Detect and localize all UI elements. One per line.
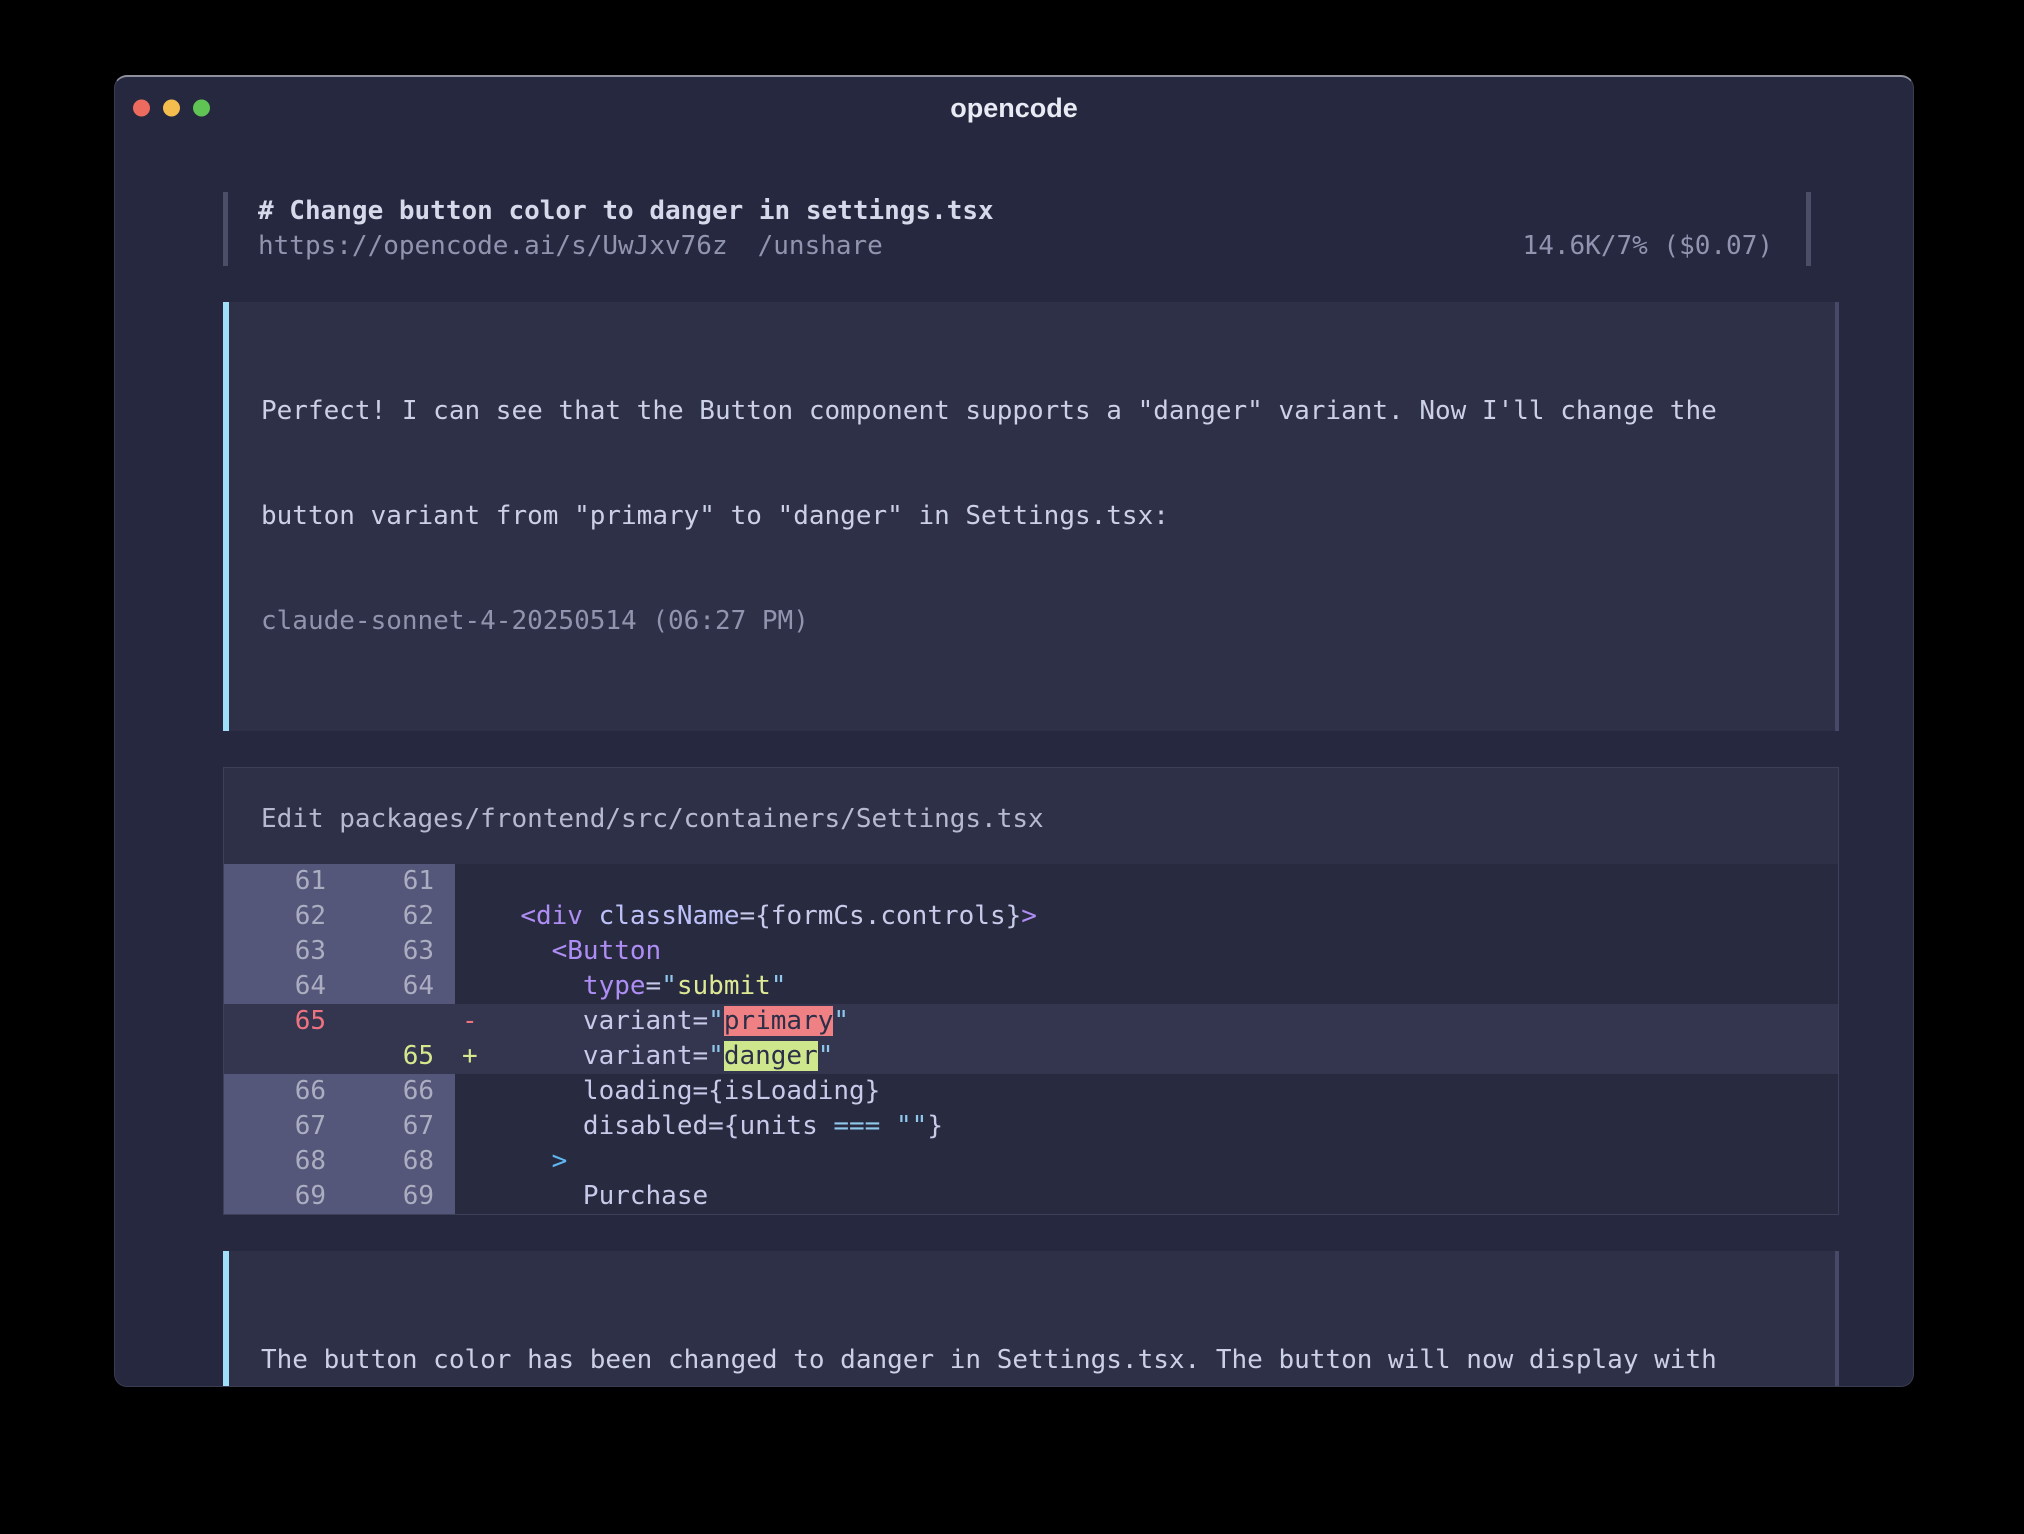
assistant-message: Perfect! I can see that the Button compo… — [223, 302, 1839, 731]
code-text: <div className={formCs.controls}> — [489, 899, 1838, 934]
opencode-window: opencode # Change button color to danger… — [114, 75, 1914, 1387]
diff-sign — [455, 969, 489, 1004]
context-usage-stats: 14.6K/7% ($0.07) — [1523, 229, 1773, 264]
code-text: variant="danger" — [489, 1039, 1838, 1074]
new-line-number — [334, 1004, 455, 1039]
old-line-number: 65 — [224, 1004, 334, 1039]
session-content: # Change button color to danger in setti… — [115, 139, 1913, 1387]
diff-sign — [455, 899, 489, 934]
old-line-number: 62 — [224, 899, 334, 934]
diff-line-added: 65 + variant="danger" — [224, 1039, 1838, 1074]
new-line-number: 64 — [334, 969, 455, 1004]
close-window-icon[interactable] — [133, 100, 150, 117]
window-title: opencode — [950, 93, 1078, 124]
diff-line-context: 6969 Purchase — [224, 1179, 1838, 1214]
code-text: loading={isLoading} — [489, 1074, 1838, 1109]
message-text-line: button variant from "primary" to "danger… — [261, 499, 1835, 534]
code-text: type="submit" — [489, 969, 1838, 1004]
diff-line-removed: 65 - variant="primary" — [224, 1004, 1838, 1039]
session-header: # Change button color to danger in setti… — [223, 192, 1811, 266]
old-line-number: 67 — [224, 1109, 334, 1144]
new-line-number: 69 — [334, 1179, 455, 1214]
old-line-number: 61 — [224, 864, 334, 899]
edit-tool-card: Edit packages/frontend/src/containers/Se… — [223, 767, 1839, 1215]
new-line-number: 68 — [334, 1144, 455, 1179]
diff-sign — [455, 864, 489, 899]
diff-sign — [455, 1074, 489, 1109]
old-line-number: 63 — [224, 934, 334, 969]
edit-tool-title: Edit packages/frontend/src/containers/Se… — [224, 768, 1838, 864]
diff-sign — [455, 1179, 489, 1214]
diff-sign — [455, 1144, 489, 1179]
new-line-number: 65 — [334, 1039, 455, 1074]
code-text: Purchase — [489, 1179, 1838, 1214]
minimize-window-icon[interactable] — [163, 100, 180, 117]
diff-line-context: 6464 type="submit" — [224, 969, 1838, 1004]
old-line-number: 69 — [224, 1179, 334, 1214]
new-line-number: 61 — [334, 864, 455, 899]
code-text: > — [489, 1144, 1838, 1179]
window-titlebar: opencode — [115, 77, 1913, 139]
diff-line-context: 6666 loading={isLoading} — [224, 1074, 1838, 1109]
diff-line-context: 6161 — [224, 864, 1838, 899]
removed-value-highlight: primary — [724, 1006, 834, 1036]
diff-line-context: 6767 disabled={units === ""} — [224, 1109, 1838, 1144]
diff-sign — [455, 934, 489, 969]
new-line-number: 67 — [334, 1109, 455, 1144]
maximize-window-icon[interactable] — [193, 100, 210, 117]
code-text: <Button — [489, 934, 1838, 969]
diff-line-context: 6868 > — [224, 1144, 1838, 1179]
diff-added-sign: + — [455, 1039, 489, 1074]
unshare-command[interactable]: /unshare — [758, 229, 883, 264]
new-line-number: 66 — [334, 1074, 455, 1109]
session-subheader: https://opencode.ai/s/UwJxv76z /unshare … — [258, 229, 1806, 264]
message-text-line: Perfect! I can see that the Button compo… — [261, 394, 1835, 429]
old-line-number — [224, 1039, 334, 1074]
old-line-number: 66 — [224, 1074, 334, 1109]
message-model-meta: claude-sonnet-4-20250514 (06:27 PM) — [261, 604, 1835, 639]
message-text-line: The button color has been changed to dan… — [261, 1343, 1835, 1378]
diff-line-context: 6363 <Button — [224, 934, 1838, 969]
new-line-number: 63 — [334, 934, 455, 969]
diff-sign — [455, 1109, 489, 1144]
code-text — [489, 864, 1838, 899]
share-url-link[interactable]: https://opencode.ai/s/UwJxv76z — [258, 229, 728, 264]
added-value-highlight: danger — [724, 1041, 818, 1071]
assistant-message: The button color has been changed to dan… — [223, 1251, 1839, 1387]
old-line-number: 64 — [224, 969, 334, 1004]
session-title: # Change button color to danger in setti… — [258, 194, 1806, 229]
code-text: disabled={units === ""} — [489, 1109, 1838, 1144]
code-text: variant="primary" — [489, 1004, 1838, 1039]
old-line-number: 68 — [224, 1144, 334, 1179]
diff-line-context: 6262 <div className={formCs.controls}> — [224, 899, 1838, 934]
traffic-lights — [133, 100, 210, 117]
diff-view: 6161 6262 <div className={formCs.control… — [224, 864, 1838, 1214]
diff-removed-sign: - — [455, 1004, 489, 1039]
new-line-number: 62 — [334, 899, 455, 934]
